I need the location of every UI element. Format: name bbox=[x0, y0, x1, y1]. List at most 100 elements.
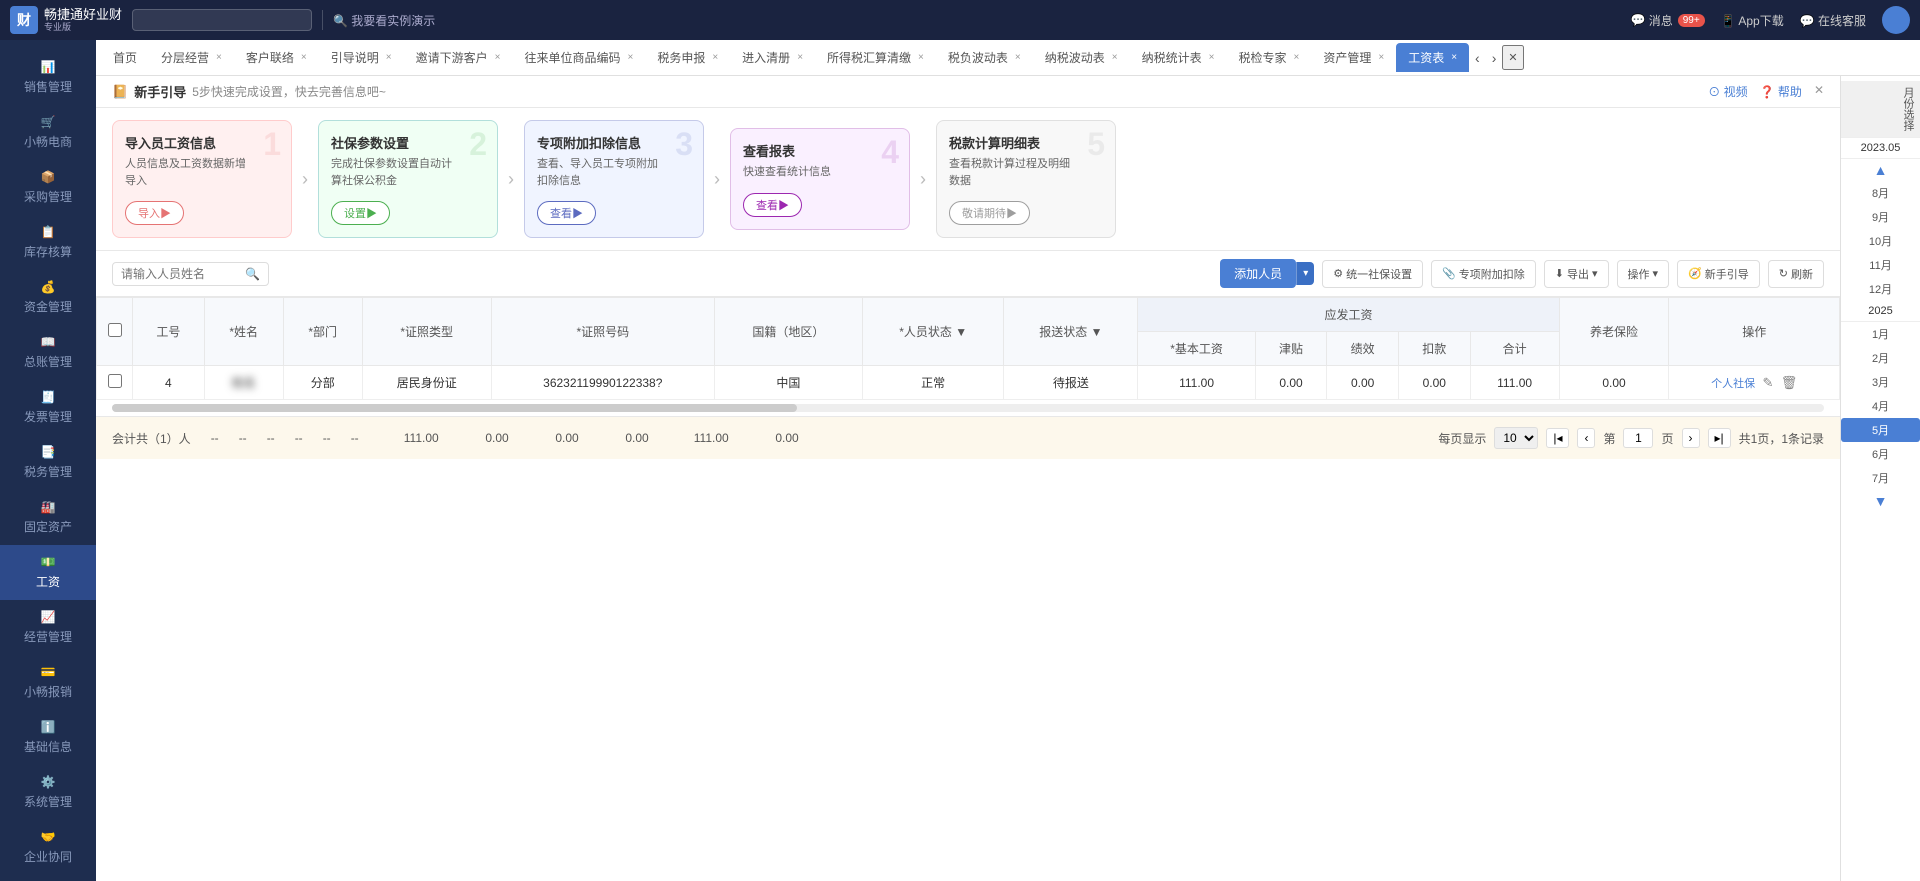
tab-close-layered[interactable]: × bbox=[216, 52, 222, 63]
tab-layered[interactable]: 分层经营× bbox=[149, 43, 234, 72]
step3-btn[interactable]: 查看▶ bbox=[537, 201, 596, 225]
month-12[interactable]: 12月 bbox=[1841, 277, 1920, 301]
month-5[interactable]: 5月 bbox=[1841, 418, 1920, 442]
guide-btn[interactable]: 🧭 新手引导 bbox=[1677, 260, 1760, 288]
step5-btn[interactable]: 敬请期待▶ bbox=[949, 201, 1030, 225]
tab-close-guide[interactable]: × bbox=[386, 52, 392, 63]
tab-clearance[interactable]: 进入清册× bbox=[730, 43, 815, 72]
page-prev-btn[interactable]: ‹ bbox=[1577, 428, 1595, 448]
month-scroll-down[interactable]: ▼ bbox=[1871, 490, 1891, 512]
tab-pay-stats[interactable]: 纳税统计表× bbox=[1130, 43, 1227, 72]
help-link[interactable]: ❓ 帮助 bbox=[1760, 83, 1802, 100]
tab-close-asset[interactable]: × bbox=[1378, 52, 1384, 63]
select-all-checkbox[interactable] bbox=[108, 323, 122, 337]
tab-salary-table[interactable]: 工资表× bbox=[1396, 43, 1469, 72]
tab-close-clearance[interactable]: × bbox=[797, 52, 803, 63]
sidebar-item-finance[interactable]: 💰资金管理 bbox=[0, 270, 96, 325]
month-11[interactable]: 11月 bbox=[1841, 253, 1920, 277]
delete-icon[interactable]: 🗑 bbox=[1781, 375, 1798, 390]
month-3[interactable]: 3月 bbox=[1841, 370, 1920, 394]
sidebar-item-ledger[interactable]: 📖总账管理 bbox=[0, 325, 96, 380]
page-input[interactable] bbox=[1623, 428, 1653, 448]
tab-next-btn[interactable]: › bbox=[1486, 46, 1503, 70]
month-scroll-up[interactable]: ▲ bbox=[1871, 159, 1891, 181]
online-service-btn[interactable]: 💬 在线客服 bbox=[1800, 12, 1866, 29]
month-4[interactable]: 4月 bbox=[1841, 394, 1920, 418]
tab-asset-mgmt[interactable]: 资产管理× bbox=[1311, 43, 1396, 72]
month-1[interactable]: 1月 bbox=[1841, 322, 1920, 346]
month-10[interactable]: 10月 bbox=[1841, 229, 1920, 253]
horizontal-scrollbar[interactable] bbox=[112, 404, 1824, 412]
operations-btn[interactable]: 操作 ▾ bbox=[1617, 260, 1670, 288]
add-person-dropdown-btn[interactable]: ▾ bbox=[1296, 262, 1314, 285]
tab-close-salary[interactable]: × bbox=[1451, 52, 1457, 63]
edit-icon[interactable]: ✎ bbox=[1763, 375, 1774, 390]
sidebar-item-purchase[interactable]: 📦采购管理 bbox=[0, 160, 96, 215]
export-btn[interactable]: ⬇ 导出 ▾ bbox=[1544, 260, 1609, 288]
scrollbar-thumb[interactable] bbox=[112, 404, 797, 412]
row-select-checkbox[interactable] bbox=[108, 374, 122, 388]
sidebar-item-basic[interactable]: ℹ️基础信息 bbox=[0, 710, 96, 765]
tab-tax-report[interactable]: 税务申报× bbox=[645, 43, 730, 72]
tab-close-pay-fluc[interactable]: × bbox=[1112, 52, 1118, 63]
tab-income-tax[interactable]: 所得税汇算清缴× bbox=[815, 43, 936, 72]
tab-tax-expert[interactable]: 税检专家× bbox=[1226, 43, 1311, 72]
tab-pay-fluctuation[interactable]: 纳税波动表× bbox=[1033, 43, 1130, 72]
tab-product-code[interactable]: 往来单位商品编码× bbox=[512, 43, 645, 72]
month-2[interactable]: 2月 bbox=[1841, 346, 1920, 370]
sidebar-item-invoice[interactable]: 🧾发票管理 bbox=[0, 380, 96, 435]
video-link[interactable]: ⊙ 视频 bbox=[1708, 83, 1747, 100]
settings-btn[interactable]: ⚙ 统一社保设置 bbox=[1322, 260, 1423, 288]
month-9[interactable]: 9月 bbox=[1841, 205, 1920, 229]
add-person-btn[interactable]: 添加人员 bbox=[1220, 259, 1296, 288]
sidebar-item-expense[interactable]: 💳小畅报销 bbox=[0, 655, 96, 710]
guide-close-btn[interactable]: ✕ bbox=[1814, 83, 1824, 100]
sidebar-item-tax[interactable]: 📑税务管理 bbox=[0, 435, 96, 490]
page-last-btn[interactable]: ▸| bbox=[1708, 428, 1731, 448]
top-search-input[interactable] bbox=[132, 9, 312, 31]
search-input[interactable] bbox=[121, 267, 241, 281]
tab-invite[interactable]: 邀请下游客户× bbox=[404, 43, 513, 72]
add-label: 添加人员 bbox=[1234, 265, 1282, 282]
step1-btn[interactable]: 导入▶ bbox=[125, 201, 184, 225]
per-page-select[interactable]: 10 20 50 bbox=[1494, 427, 1538, 449]
sidebar-item-system[interactable]: ⚙️系统管理 bbox=[0, 765, 96, 820]
user-avatar[interactable] bbox=[1882, 6, 1910, 34]
sidebar-item-guide[interactable]: 🧭新手引导 bbox=[0, 875, 96, 881]
addon-btn[interactable]: 📎 专项附加扣除 bbox=[1431, 260, 1536, 288]
sidebar-item-collab[interactable]: 🤝企业协同 bbox=[0, 820, 96, 875]
tab-customer[interactable]: 客户联络× bbox=[234, 43, 319, 72]
step4-btn[interactable]: 查看▶ bbox=[743, 193, 802, 217]
tab-close-tax-report[interactable]: × bbox=[712, 52, 718, 63]
sidebar-item-assets[interactable]: 🏭固定资产 bbox=[0, 490, 96, 545]
month-6[interactable]: 6月 bbox=[1841, 442, 1920, 466]
app-download-btn[interactable]: 📱 App下载 bbox=[1721, 12, 1784, 29]
example-demo-link[interactable]: 🔍 我要看实例演示 bbox=[333, 12, 435, 29]
sidebar-item-salary[interactable]: 💵工资 bbox=[0, 545, 96, 600]
tab-close-product[interactable]: × bbox=[627, 52, 633, 63]
tab-close-tax-expert[interactable]: × bbox=[1293, 52, 1299, 63]
tab-guide-desc[interactable]: 引导说明× bbox=[319, 43, 404, 72]
sidebar-item-management[interactable]: 📈经营管理 bbox=[0, 600, 96, 655]
search-icon[interactable]: 🔍 bbox=[245, 267, 260, 281]
sidebar-item-inventory[interactable]: 📋库存核算 bbox=[0, 215, 96, 270]
tab-close-tax-fluc[interactable]: × bbox=[1015, 52, 1021, 63]
month-8[interactable]: 8月 bbox=[1841, 181, 1920, 205]
tab-tax-fluctuation[interactable]: 税负波动表× bbox=[936, 43, 1033, 72]
month-7[interactable]: 7月 bbox=[1841, 466, 1920, 490]
tab-close-all-btn[interactable]: ✕ bbox=[1502, 45, 1523, 70]
tab-close-invite[interactable]: × bbox=[495, 52, 501, 63]
step2-btn[interactable]: 设置▶ bbox=[331, 201, 390, 225]
refresh-btn[interactable]: ↻ 刷新 bbox=[1768, 260, 1824, 288]
tab-close-income-tax[interactable]: × bbox=[918, 52, 924, 63]
tab-close-pay-stats[interactable]: × bbox=[1209, 52, 1215, 63]
tab-prev-btn[interactable]: ‹ bbox=[1469, 46, 1486, 70]
personal-insurance-link[interactable]: 个人社保 bbox=[1711, 378, 1755, 390]
msg-btn[interactable]: 💬 消息 99+ bbox=[1631, 12, 1705, 29]
tab-close-customer[interactable]: × bbox=[301, 52, 307, 63]
tab-home[interactable]: 首页 bbox=[101, 43, 149, 72]
page-next-btn[interactable]: › bbox=[1682, 428, 1700, 448]
page-first-btn[interactable]: |◂ bbox=[1546, 428, 1569, 448]
sidebar-item-ecommerce[interactable]: 🛒小畅电商 bbox=[0, 105, 96, 160]
sidebar-item-sales[interactable]: 📊销售管理 bbox=[0, 50, 96, 105]
